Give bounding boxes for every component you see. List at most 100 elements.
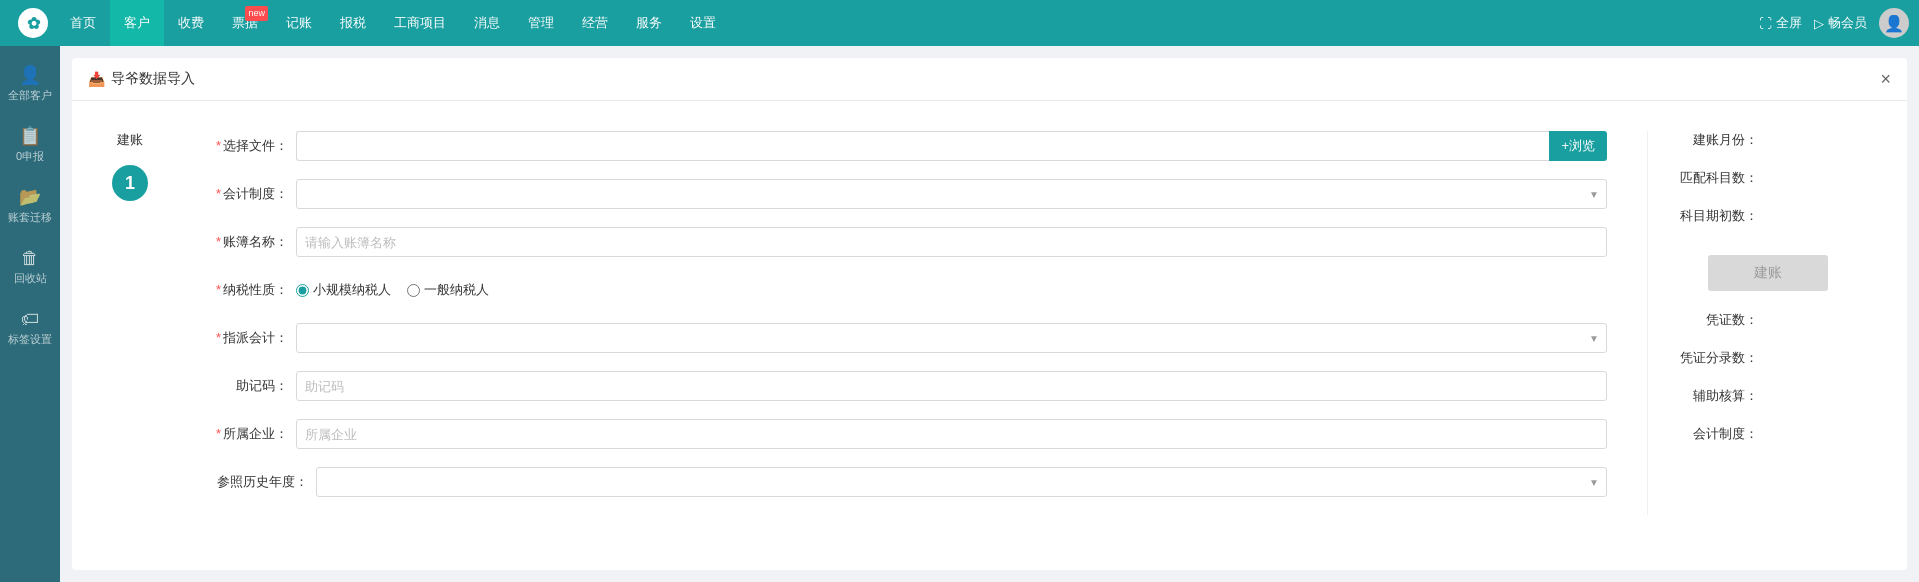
user-icon: 👤 bbox=[1884, 14, 1904, 33]
sidebar-item-标签设置[interactable]: 🏷 标签设置 bbox=[0, 300, 60, 357]
logo[interactable]: ✿ bbox=[10, 0, 56, 46]
accountant-select[interactable] bbox=[296, 323, 1607, 353]
voucher-entries-row: 凭证分录数： bbox=[1668, 349, 1867, 367]
general-taxpayer-option[interactable]: 一般纳税人 bbox=[407, 281, 489, 299]
file-label: 选择文件： bbox=[208, 137, 288, 155]
nav-item-管理[interactable]: 管理 bbox=[514, 0, 568, 46]
panel-close-button[interactable]: × bbox=[1880, 70, 1891, 88]
sidebar-icon-标签设置: 🏷 bbox=[21, 310, 39, 328]
sidebar-icon-回收站: 🗑 bbox=[21, 249, 39, 267]
small-taxpayer-label: 小规模纳税人 bbox=[313, 281, 391, 299]
company-input[interactable] bbox=[296, 419, 1607, 449]
sidebar-item-全部客户[interactable]: 👤 全部客户 bbox=[0, 56, 60, 113]
panel-body: 建账 1 选择文件： +浏览 会计制度： bbox=[72, 101, 1907, 545]
build-account-btn-wrapper: 建账 bbox=[1668, 245, 1867, 291]
nav-item-报税[interactable]: 报税 bbox=[326, 0, 380, 46]
company-row: 所属企业： bbox=[208, 419, 1607, 449]
nav-item-客户[interactable]: 客户 bbox=[110, 0, 164, 46]
step-badge: 1 bbox=[112, 165, 148, 201]
aux-accounting-label: 辅助核算： bbox=[1668, 387, 1758, 405]
nav-item-消息[interactable]: 消息 bbox=[460, 0, 514, 46]
general-taxpayer-label: 一般纳税人 bbox=[424, 281, 489, 299]
nav-item-工商项目[interactable]: 工商项目 bbox=[380, 0, 460, 46]
ledger-name-row: 账簿名称： bbox=[208, 227, 1607, 257]
content-area: 📥 导爷数据导入 × 建账 1 选择文件： +浏览 bbox=[60, 46, 1919, 582]
main-panel: 📥 导爷数据导入 × 建账 1 选择文件： +浏览 bbox=[72, 58, 1907, 570]
nav-items: 首页客户收费票据new记账报税工商项目消息管理经营服务设置 bbox=[56, 0, 1759, 46]
ledger-name-label: 账簿名称： bbox=[208, 233, 288, 251]
match-subject-row: 匹配科目数： bbox=[1668, 169, 1867, 187]
account-system-select[interactable] bbox=[296, 179, 1607, 209]
ledger-name-input[interactable] bbox=[296, 227, 1607, 257]
panel-title-icon: 📥 bbox=[88, 71, 105, 87]
panel-title: 导爷数据导入 bbox=[111, 70, 195, 88]
sidebar-item-0申报[interactable]: 📋 0申报 bbox=[0, 117, 60, 174]
tax-type-radio-group: 小规模纳税人 一般纳税人 bbox=[296, 275, 489, 305]
history-year-label: 参照历史年度： bbox=[208, 473, 308, 491]
avatar[interactable]: 👤 bbox=[1879, 8, 1909, 38]
member-btn[interactable]: ▷ 畅会员 bbox=[1814, 14, 1867, 32]
nav-item-票据[interactable]: 票据new bbox=[218, 0, 272, 46]
accounting-system-row: 会计制度： bbox=[1668, 425, 1867, 443]
browse-button[interactable]: +浏览 bbox=[1549, 131, 1607, 161]
nav-right: ⛶ 全屏 ▷ 畅会员 👤 bbox=[1759, 8, 1909, 38]
file-input-wrapper: +浏览 bbox=[296, 131, 1607, 161]
fullscreen-btn[interactable]: ⛶ 全屏 bbox=[1759, 14, 1802, 32]
sidebar-label-标签设置: 标签设置 bbox=[8, 332, 52, 347]
nav-item-经营[interactable]: 经营 bbox=[568, 0, 622, 46]
history-year-select[interactable] bbox=[316, 467, 1607, 497]
accountant-select-wrapper: ▼ bbox=[296, 323, 1607, 353]
sidebar-item-回收站[interactable]: 🗑 回收站 bbox=[0, 239, 60, 296]
form-section: 选择文件： +浏览 会计制度： ▼ bbox=[208, 131, 1607, 515]
voucher-entries-label: 凭证分录数： bbox=[1668, 349, 1758, 367]
nav-item-设置[interactable]: 设置 bbox=[676, 0, 730, 46]
logo-icon: ✿ bbox=[18, 8, 48, 38]
play-icon: ▷ bbox=[1814, 16, 1824, 31]
nav-item-服务[interactable]: 服务 bbox=[622, 0, 676, 46]
sidebar-label-回收站: 回收站 bbox=[14, 271, 47, 286]
history-year-row: 参照历史年度： ▼ bbox=[208, 467, 1607, 497]
memo-row: 助记码： bbox=[208, 371, 1607, 401]
sidebar-label-账套迁移: 账套迁移 bbox=[8, 210, 52, 225]
step-section: 建账 1 bbox=[112, 131, 168, 515]
accountant-label: 指派会计： bbox=[208, 329, 288, 347]
history-year-select-wrapper: ▼ bbox=[316, 467, 1607, 497]
match-subject-label: 匹配科目数： bbox=[1668, 169, 1758, 187]
nav-item-记账[interactable]: 记账 bbox=[272, 0, 326, 46]
memo-input[interactable] bbox=[296, 371, 1607, 401]
voucher-count-label: 凭证数： bbox=[1668, 311, 1758, 329]
account-system-label: 会计制度： bbox=[208, 185, 288, 203]
sidebar-icon-0申报: 📋 bbox=[19, 127, 41, 145]
account-month-row: 建账月份： bbox=[1668, 131, 1867, 149]
tax-type-label: 纳税性质： bbox=[208, 281, 288, 299]
accounting-system-label: 会计制度： bbox=[1668, 425, 1758, 443]
nav-badge-票据: new bbox=[245, 6, 268, 21]
account-system-row: 会计制度： ▼ bbox=[208, 179, 1607, 209]
voucher-count-row: 凭证数： bbox=[1668, 311, 1867, 329]
main-layout: 👤 全部客户 📋 0申报 📂 账套迁移 🗑 回收站 🏷 标签设置 📥 导爷数据导入 × 建账 1 bbox=[0, 46, 1919, 582]
small-taxpayer-radio[interactable] bbox=[296, 284, 309, 297]
company-label: 所属企业： bbox=[208, 425, 288, 443]
memo-label: 助记码： bbox=[208, 377, 288, 395]
nav-item-首页[interactable]: 首页 bbox=[56, 0, 110, 46]
sidebar-label-0申报: 0申报 bbox=[16, 149, 44, 164]
file-select-row: 选择文件： +浏览 bbox=[208, 131, 1607, 161]
initial-balance-label: 科目期初数： bbox=[1668, 207, 1758, 225]
nav-item-收费[interactable]: 收费 bbox=[164, 0, 218, 46]
panel-header: 📥 导爷数据导入 × bbox=[72, 58, 1907, 101]
fullscreen-icon: ⛶ bbox=[1759, 16, 1772, 31]
sidebar: 👤 全部客户 📋 0申报 📂 账套迁移 🗑 回收站 🏷 标签设置 bbox=[0, 46, 60, 582]
initial-balance-row: 科目期初数： bbox=[1668, 207, 1867, 225]
info-section: 建账月份： 匹配科目数： 科目期初数： 建账 bbox=[1647, 131, 1867, 515]
sidebar-icon-全部客户: 👤 bbox=[19, 66, 41, 84]
tax-type-row: 纳税性质： 小规模纳税人 一般纳税人 bbox=[208, 275, 1607, 305]
sidebar-icon-账套迁移: 📂 bbox=[19, 188, 41, 206]
sidebar-label-全部客户: 全部客户 bbox=[8, 88, 52, 103]
build-account-button[interactable]: 建账 bbox=[1708, 255, 1828, 291]
account-system-select-wrapper: ▼ bbox=[296, 179, 1607, 209]
general-taxpayer-radio[interactable] bbox=[407, 284, 420, 297]
file-input[interactable] bbox=[296, 131, 1549, 161]
step-label: 建账 bbox=[117, 131, 143, 149]
small-taxpayer-option[interactable]: 小规模纳税人 bbox=[296, 281, 391, 299]
sidebar-item-账套迁移[interactable]: 📂 账套迁移 bbox=[0, 178, 60, 235]
